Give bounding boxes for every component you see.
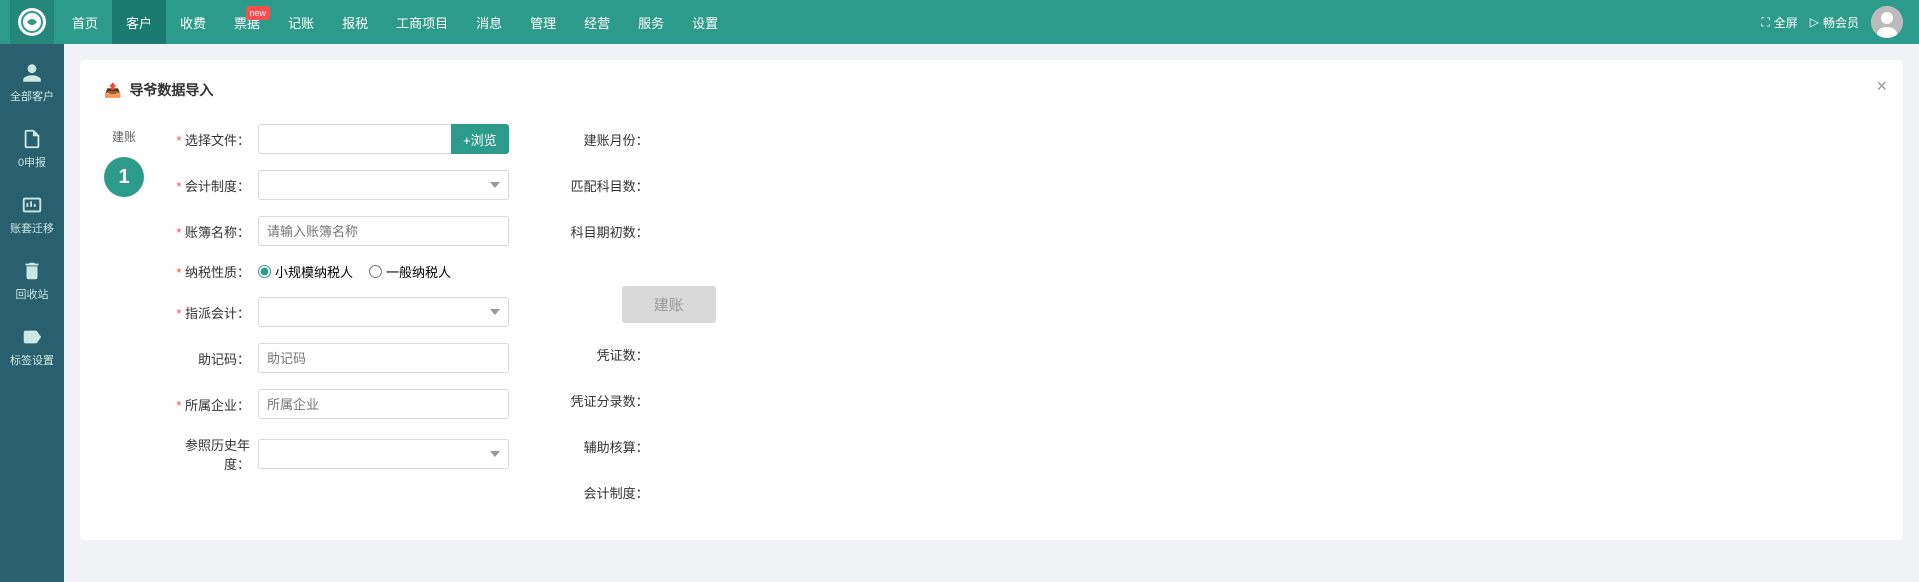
company-row: * 所属企业： [160, 389, 509, 419]
voucher-entries-row: 凭证分录数： [549, 385, 789, 415]
ledger-name-label: * 账簿名称： [160, 222, 250, 241]
new-badge: new [246, 6, 271, 20]
step-circle: 1 [104, 157, 144, 197]
accounting-system-row: * 会计制度： [160, 170, 509, 200]
logo-icon [18, 8, 46, 36]
match-subjects-label: 匹配科目数： [549, 176, 649, 195]
file-row: * 选择文件： +浏览 [160, 124, 509, 154]
history-year-select[interactable] [258, 439, 509, 469]
browse-button[interactable]: +浏览 [451, 124, 509, 154]
right-accounting-system-row: 会计制度： [549, 477, 789, 507]
sidebar-item-label-settings[interactable]: 标签设置 [0, 316, 64, 378]
company-input[interactable] [258, 389, 509, 419]
ledger-name-input[interactable] [258, 216, 509, 246]
nav-item-settings[interactable]: 设置 [678, 0, 732, 44]
app-logo [10, 0, 54, 44]
accounting-system-select[interactable] [258, 170, 509, 200]
import-icon: 📤 [104, 82, 121, 99]
fullscreen-btn[interactable]: ⛶ 全屏 [1761, 14, 1797, 31]
nav-item-invoice[interactable]: 票据 new [220, 0, 274, 44]
voucher-count-row: 凭证数： [549, 339, 789, 369]
voucher-entries-label: 凭证分录数： [549, 391, 649, 410]
file-input[interactable] [258, 124, 451, 154]
tax-type-row: * 纳税性质： 小规模纳税人 一般纳税人 [160, 262, 509, 281]
top-navigation: 首页 客户 收费 票据 new 记账 报税 工商项目 消息 管理 经营 服务 设… [0, 0, 1919, 44]
accountant-label: * 指派会计： [160, 303, 250, 322]
file-input-group: +浏览 [258, 124, 509, 154]
trash-icon [21, 260, 43, 282]
nav-item-tax[interactable]: 报税 [328, 0, 382, 44]
history-year-row: 参照历史年度： [160, 435, 509, 473]
match-subjects-row: 匹配科目数： [549, 170, 789, 200]
voucher-count-label: 凭证数： [549, 345, 649, 364]
history-year-label: 参照历史年度： [160, 435, 250, 473]
form-left: 建账 1 * 选择文件： +浏览 [104, 124, 509, 507]
nav-item-customer[interactable]: 客户 [112, 0, 166, 44]
user-avatar[interactable] [1871, 6, 1903, 38]
modal-title: 导爷数据导入 [129, 80, 213, 100]
accounting-system-label: * 会计制度： [160, 176, 250, 195]
tax-type-label: * 纳税性质： [160, 262, 250, 281]
tax-type-radio-group: 小规模纳税人 一般纳税人 [258, 262, 451, 281]
form-right: 建账月份： 匹配科目数： 科目期初数： 建账 [549, 124, 789, 507]
nav-item-manage[interactable]: 管理 [516, 0, 570, 44]
nav-item-service[interactable]: 服务 [624, 0, 678, 44]
member-btn[interactable]: ▷ 畅会员 [1810, 14, 1859, 31]
form-container: 建账 1 * 选择文件： +浏览 [104, 124, 1879, 507]
nav-right: ⛶ 全屏 ▷ 畅会员 [1761, 6, 1919, 38]
build-account-button[interactable]: 建账 [622, 286, 716, 323]
person-icon [21, 62, 43, 84]
radio-general-taxpayer[interactable]: 一般纳税人 [369, 262, 451, 281]
build-month-row: 建账月份： [549, 124, 789, 154]
modal-card: 📤 导爷数据导入 × 建账 1 [80, 60, 1903, 540]
right-accounting-system-label: 会计制度： [549, 483, 649, 502]
form-fields: * 选择文件： +浏览 * 会计制度： [160, 124, 509, 473]
play-icon: ▷ [1810, 15, 1819, 29]
build-month-label: 建账月份： [549, 130, 649, 149]
initial-subjects-row: 科目期初数： [549, 216, 789, 246]
modal-header: 📤 导爷数据导入 [104, 80, 1879, 100]
aux-accounting-row: 辅助核算： [549, 431, 789, 461]
step-label: 建账 [112, 128, 136, 145]
memo-label: 助记码： [160, 349, 250, 368]
nav-item-message[interactable]: 消息 [462, 0, 516, 44]
radio-small-taxpayer[interactable]: 小规模纳税人 [258, 262, 353, 281]
sidebar: 全部客户 0申报 账套迁移 回收站 标签设置 [0, 44, 64, 582]
nav-items: 首页 客户 收费 票据 new 记账 报税 工商项目 消息 管理 经营 服务 设… [58, 0, 732, 44]
migrate-icon [21, 194, 43, 216]
nav-item-fee[interactable]: 收费 [166, 0, 220, 44]
ledger-name-row: * 账簿名称： [160, 216, 509, 246]
sidebar-item-migrate[interactable]: 账套迁移 [0, 184, 64, 246]
nav-item-business[interactable]: 工商项目 [382, 0, 462, 44]
nav-item-finance[interactable]: 经营 [570, 0, 624, 44]
memo-row: 助记码： [160, 343, 509, 373]
memo-input[interactable] [258, 343, 509, 373]
modal-close-button[interactable]: × [1876, 76, 1887, 97]
report-icon [21, 128, 43, 150]
company-label: * 所属企业： [160, 395, 250, 414]
main-layout: 全部客户 0申报 账套迁移 回收站 标签设置 📤 导爷数据导入 × [0, 44, 1919, 582]
nav-item-bookkeeping[interactable]: 记账 [274, 0, 328, 44]
label-icon [21, 326, 43, 348]
main-content: 📤 导爷数据导入 × 建账 1 [64, 44, 1919, 582]
accountant-row: * 指派会计： [160, 297, 509, 327]
nav-item-home[interactable]: 首页 [58, 0, 112, 44]
initial-subjects-label: 科目期初数： [549, 222, 649, 241]
sidebar-item-all-clients[interactable]: 全部客户 [0, 52, 64, 114]
sidebar-item-trash[interactable]: 回收站 [0, 250, 64, 312]
accountant-select[interactable] [258, 297, 509, 327]
aux-accounting-label: 辅助核算： [549, 437, 649, 456]
file-label: * 选择文件： [160, 130, 250, 149]
fullscreen-icon: ⛶ [1761, 15, 1769, 30]
sidebar-item-report[interactable]: 0申报 [0, 118, 64, 180]
